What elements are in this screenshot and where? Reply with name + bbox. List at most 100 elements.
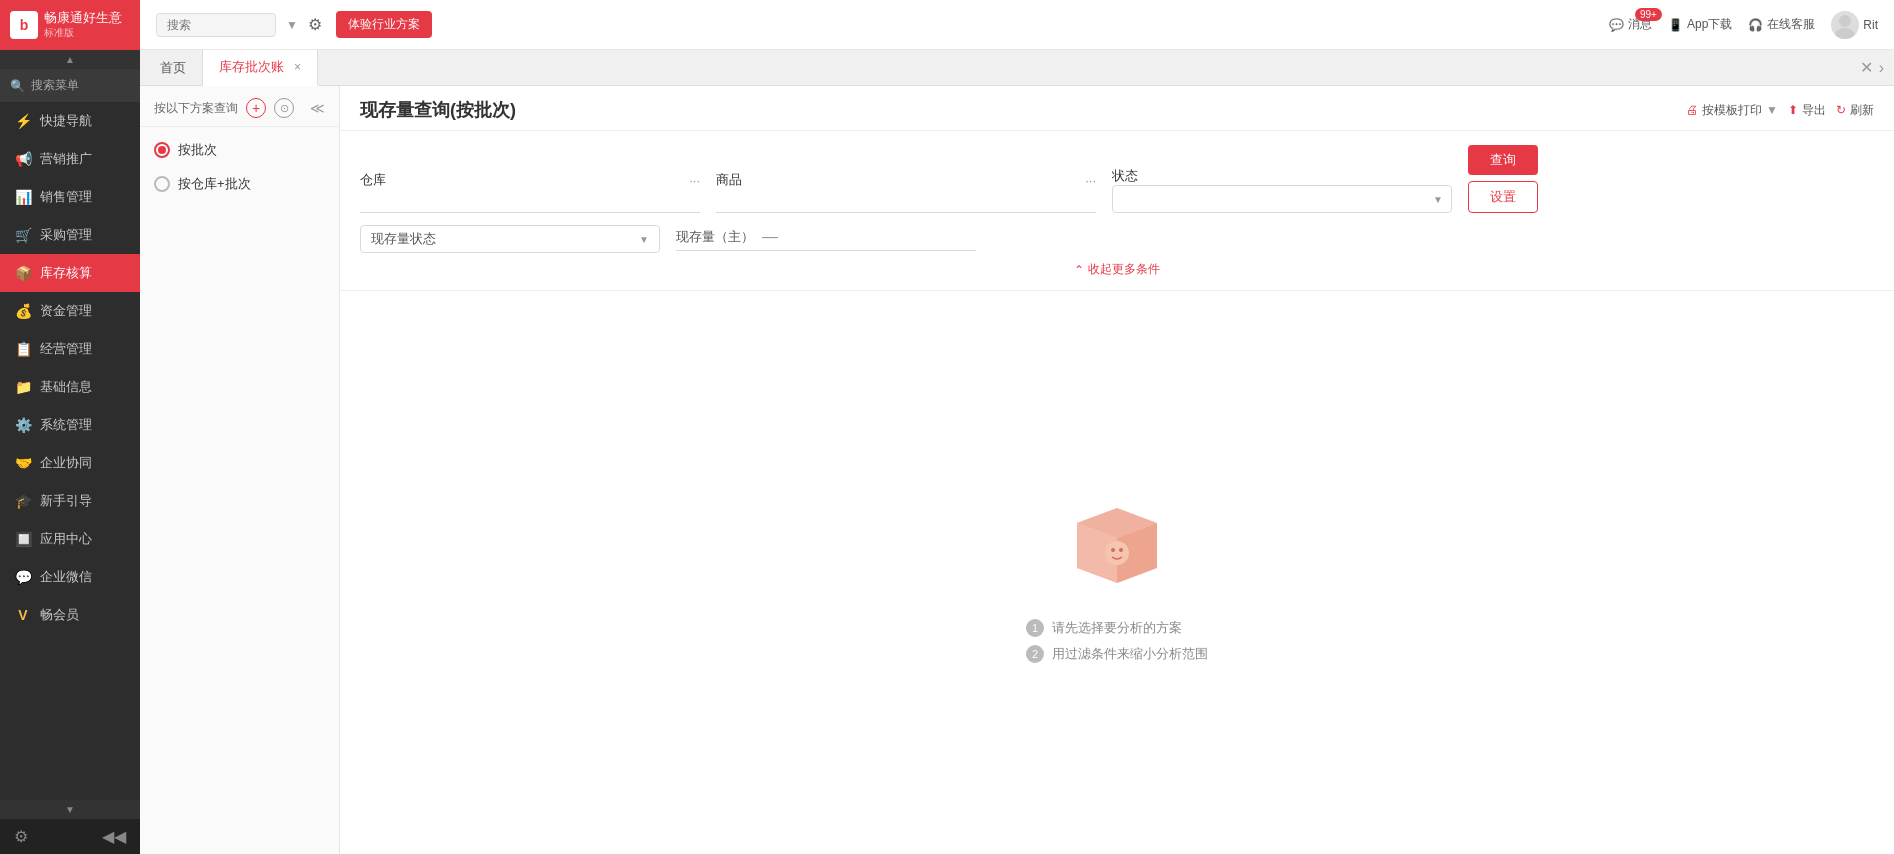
filter-row-2: 现存量状态 ▼ 现存量（主） —	[360, 225, 1874, 253]
sidebar-search-item[interactable]: 🔍 搜索菜单	[0, 69, 140, 102]
sidebar-header: b 畅康通好生意 标准版	[0, 0, 140, 50]
topbar-app-download[interactable]: 📱 App下载	[1668, 16, 1732, 33]
warehouse-more-icon[interactable]: ···	[689, 173, 700, 188]
headset-icon: 🎧	[1748, 18, 1763, 32]
stock-status-label: 现存量状态	[371, 230, 436, 248]
topbar-search-input[interactable]	[156, 13, 276, 37]
scheme-radio-by-warehouse-batch	[154, 176, 170, 192]
add-scheme-button[interactable]: +	[246, 98, 266, 118]
sidebar-item-label: 快捷导航	[40, 112, 92, 130]
sidebar-item-wechat[interactable]: 💬 企业微信	[0, 558, 140, 596]
enterprise-icon: 🤝	[14, 454, 32, 472]
filter-panel-collapse-button[interactable]: ≪	[310, 100, 325, 116]
refresh-icon: ↻	[1836, 103, 1846, 117]
topbar-messages[interactable]: 💬 消息 99+	[1609, 16, 1652, 33]
tab-inventory-batch[interactable]: 库存批次账 ×	[203, 50, 318, 86]
sidebar-item-label: 企业协同	[40, 454, 92, 472]
topbar-online-service[interactable]: 🎧 在线客服	[1748, 16, 1815, 33]
inventory-icon: 📦	[14, 264, 32, 282]
product-input-area[interactable]	[716, 189, 1096, 213]
svg-point-7	[1111, 548, 1115, 552]
panel-close-button[interactable]: ✕	[1860, 58, 1873, 77]
tab-home[interactable]: 首页	[140, 50, 203, 86]
tip-text-1: 请先选择要分析的方案	[1052, 619, 1182, 637]
status-field: 状态 ▼	[1112, 167, 1452, 213]
filter-panel-title: 按以下方案查询	[154, 100, 238, 117]
page-title: 现存量查询(按批次)	[360, 98, 516, 122]
phone-icon: 📱	[1668, 18, 1683, 32]
scheme-item-by-batch[interactable]: 按批次	[140, 133, 339, 167]
scheme-item-by-warehouse-batch[interactable]: 按仓库+批次	[140, 167, 339, 201]
filter-panel-header: 按以下方案查询 + ⊙ ≪	[140, 86, 339, 127]
sidebar-item-enterprise[interactable]: 🤝 企业协同	[0, 444, 140, 482]
status-select[interactable]: ▼	[1112, 185, 1452, 213]
scheme-settings-button[interactable]: ⊙	[274, 98, 294, 118]
warehouse-input-area[interactable]	[360, 189, 700, 213]
topbar: ▼ ⚙ 体验行业方案 💬 消息 99+ 📱 App下载 🎧 在线客服 Ri	[140, 0, 1894, 50]
sidebar-item-label: 畅会员	[40, 606, 79, 624]
sidebar-item-label: 应用中心	[40, 530, 92, 548]
filter-bar: 仓库 ··· 商品 ···	[340, 131, 1894, 291]
topbar-user[interactable]: Rit	[1831, 11, 1878, 39]
product-more-icon[interactable]: ···	[1085, 173, 1096, 188]
sidebar-item-label: 系统管理	[40, 416, 92, 434]
sidebar-item-marketing[interactable]: 📢 营销推广	[0, 140, 140, 178]
stock-status-field: 现存量状态 ▼	[360, 225, 660, 253]
system-icon: ⚙️	[14, 416, 32, 434]
panel-arrow-icon[interactable]: ›	[1879, 59, 1884, 77]
scheme-label-by-warehouse-batch: 按仓库+批次	[178, 175, 251, 193]
sidebar-item-vip[interactable]: V 畅会员	[0, 596, 140, 634]
query-button[interactable]: 查询	[1468, 145, 1538, 175]
status-chevron-icon: ▼	[1433, 194, 1443, 205]
query-actions: 查询 设置	[1468, 143, 1538, 213]
sidebar-item-label: 库存核算	[40, 264, 92, 282]
sidebar-item-sales[interactable]: 📊 销售管理	[0, 178, 140, 216]
sidebar-item-finance[interactable]: 💰 资金管理	[0, 292, 140, 330]
settings-button[interactable]: 设置	[1468, 181, 1538, 213]
sidebar-item-basic[interactable]: 📁 基础信息	[0, 368, 140, 406]
collapse-sidebar-icon[interactable]: ◀◀	[102, 827, 126, 846]
page-header: 现存量查询(按批次) 🖨 按模板打印 ▼ ⬆ 导出 ↻ 刷新	[340, 86, 1894, 131]
operation-icon: 📋	[14, 340, 32, 358]
experience-button[interactable]: 体验行业方案	[336, 11, 432, 38]
sidebar-item-operation[interactable]: 📋 经营管理	[0, 330, 140, 368]
warehouse-field: 仓库 ···	[360, 171, 700, 213]
status-label: 状态	[1112, 167, 1138, 185]
sidebar-item-label: 经营管理	[40, 340, 92, 358]
sidebar-scroll-down[interactable]: ▼	[0, 800, 140, 819]
app-version: 标准版	[44, 26, 122, 40]
sidebar-nav: ⚡ 快捷导航 📢 营销推广 📊 销售管理 🛒 采购管理 📦 库存核算 💰 资金管…	[0, 102, 140, 800]
sidebar-item-quick-nav[interactable]: ⚡ 快捷导航	[0, 102, 140, 140]
sidebar-footer: ⚙ ◀◀	[0, 819, 140, 854]
user-avatar	[1831, 11, 1859, 39]
export-label: 导出	[1802, 102, 1826, 119]
tab-home-label: 首页	[160, 59, 186, 77]
print-dropdown-icon[interactable]: ▼	[1766, 103, 1778, 117]
tip-num-2: 2	[1026, 645, 1044, 663]
topbar-gear-icon[interactable]: ⚙	[308, 15, 322, 34]
export-button[interactable]: ⬆ 导出	[1788, 102, 1826, 119]
message-icon: 💬	[1609, 18, 1624, 32]
sidebar-item-newbie[interactable]: 🎓 新手引导	[0, 482, 140, 520]
print-icon: 🖨	[1686, 103, 1698, 117]
settings-icon[interactable]: ⚙	[14, 827, 28, 846]
page-header-actions: 🖨 按模板打印 ▼ ⬆ 导出 ↻ 刷新	[1686, 102, 1874, 119]
collapse-conditions-button[interactable]: ⌃ 收起更多条件	[360, 253, 1874, 278]
refresh-button[interactable]: ↻ 刷新	[1836, 102, 1874, 119]
sidebar-item-inventory[interactable]: 📦 库存核算	[0, 254, 140, 292]
sidebar-item-purchase[interactable]: 🛒 采购管理	[0, 216, 140, 254]
product-label: 商品	[716, 171, 742, 189]
sidebar-item-system[interactable]: ⚙️ 系统管理	[0, 406, 140, 444]
stock-status-chevron-icon: ▼	[639, 234, 649, 245]
print-button[interactable]: 🖨 按模板打印 ▼	[1686, 102, 1778, 119]
sidebar-scroll-up[interactable]: ▲	[0, 50, 140, 69]
topbar-right: 💬 消息 99+ 📱 App下载 🎧 在线客服 Rit	[1609, 11, 1878, 39]
basic-icon: 📁	[14, 378, 32, 396]
main-area: ▼ ⚙ 体验行业方案 💬 消息 99+ 📱 App下载 🎧 在线客服 Ri	[140, 0, 1894, 854]
topbar-chevron-icon[interactable]: ▼	[286, 18, 298, 32]
sidebar-item-label: 营销推广	[40, 150, 92, 168]
stock-status-select[interactable]: 现存量状态 ▼	[360, 225, 660, 253]
tab-bar: 首页 库存批次账 × ✕ ›	[140, 50, 1894, 86]
sidebar-item-apps[interactable]: 🔲 应用中心	[0, 520, 140, 558]
tab-close-icon[interactable]: ×	[294, 60, 301, 74]
